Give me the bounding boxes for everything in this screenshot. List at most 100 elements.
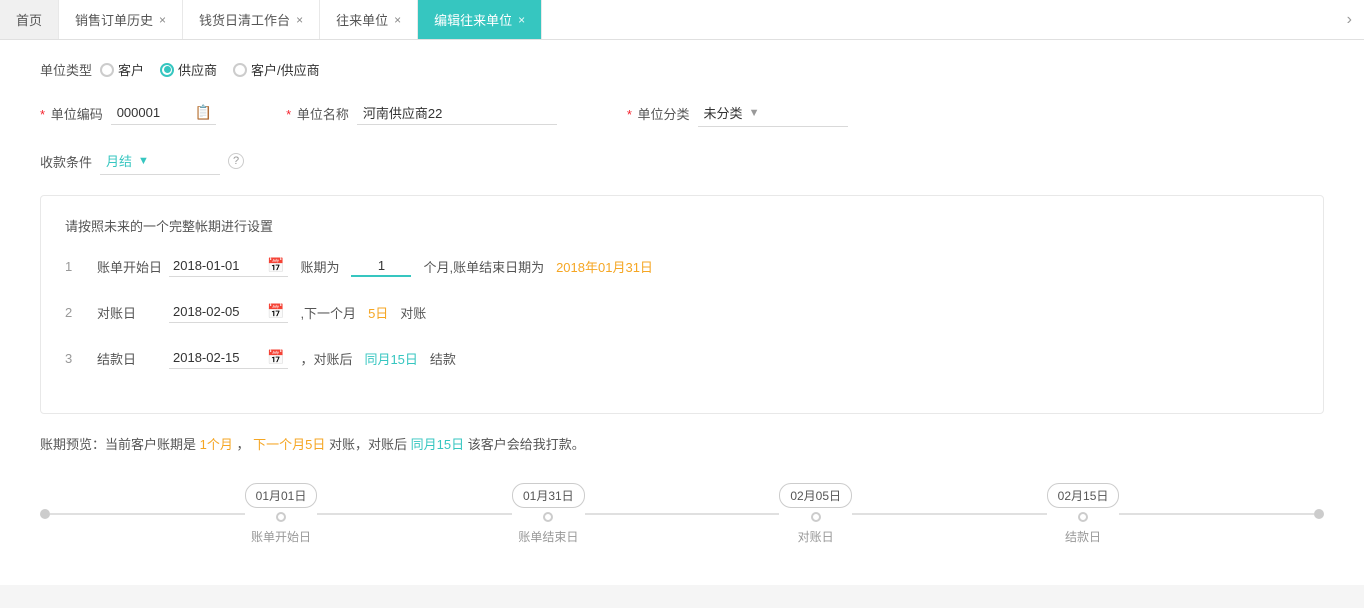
reconcile-prefix: ,下一个月 (300, 303, 356, 322)
tab-edit-contact-close[interactable]: × (518, 13, 525, 27)
timeline-dot-3 (811, 512, 821, 522)
period-value-input[interactable] (351, 256, 411, 277)
main-content: 单位类型 客户 供应商 客户/供应商 * 单位编码 (0, 40, 1364, 585)
date-input-1: 📅 (169, 255, 288, 277)
tab-more-button[interactable]: › (1335, 0, 1364, 39)
timeline-line-2 (585, 513, 780, 515)
tab-sales-history-close[interactable]: × (159, 13, 166, 27)
unit-info-row: * 单位编码 📋 * 单位名称 * 单位分类 未分类 ▼ (40, 99, 1324, 127)
row-num-3: 3 (65, 351, 85, 366)
date-field-1[interactable] (173, 258, 263, 273)
date-field-3[interactable] (173, 350, 263, 365)
radio-supplier-circle (160, 63, 174, 77)
preview-prefix: 账期预览：当前客户账期是 (40, 437, 196, 452)
timeline-end-dot (1314, 509, 1324, 519)
preview-part1: 1个月 (200, 437, 233, 452)
reconcile-day: 5日 (368, 303, 388, 322)
preview-section: 账期预览：当前客户账期是 1个月 ， 下一个月5日 对账，对账后 同月15日 该… (40, 434, 1324, 453)
calendar-icon-3[interactable]: 📅 (267, 349, 284, 366)
timeline-line-3 (852, 513, 1047, 515)
payment-term-value: 月结 (106, 151, 132, 170)
preview-part1-suffix: ， (237, 437, 250, 452)
tab-sales-history[interactable]: 销售订单历史 × (59, 0, 183, 39)
timeline-line-4 (1119, 513, 1314, 515)
tab-cash-workbench-label: 钱货日清工作台 (199, 10, 290, 29)
radio-supplier[interactable]: 供应商 (160, 60, 217, 79)
preview-part3-suffix: 该客户会给我打款。 (468, 437, 585, 452)
timeline-sub-1: 账单开始日 (251, 528, 311, 545)
payment-day: 同月15日 (364, 349, 417, 368)
tab-contacts[interactable]: 往来单位 × (320, 0, 418, 39)
tab-contacts-label: 往来单位 (336, 10, 388, 29)
radio-supplier-label: 供应商 (178, 60, 217, 79)
unit-category-arrow: ▼ (749, 107, 760, 119)
setting-row-2: 2 对账日 📅 ,下一个月 5日 对账 (65, 301, 1299, 323)
tab-cash-workbench[interactable]: 钱货日清工作台 × (183, 0, 320, 39)
tab-contacts-close[interactable]: × (394, 13, 401, 27)
row-num-2: 2 (65, 305, 85, 320)
date-input-2: 📅 (169, 301, 288, 323)
unit-code-input[interactable] (111, 101, 191, 124)
radio-customer-supplier-label: 客户/供应商 (251, 60, 320, 79)
settings-card: 请按照未来的一个完整帐期进行设置 1 账单开始日 📅 账期为 个月,账单结束日期… (40, 195, 1324, 414)
payment-term-select[interactable]: 月结 ▼ (100, 147, 220, 175)
row-label-1: 账单开始日 (97, 257, 157, 276)
unit-type-item: 单位类型 客户 供应商 客户/供应商 (40, 60, 320, 79)
timeline-point-2: 01月31日 账单结束日 (512, 483, 585, 545)
tab-home-label: 首页 (16, 10, 42, 29)
tab-sales-history-label: 销售订单历史 (75, 10, 153, 29)
period-suffix: 个月,账单结束日期为 (423, 257, 544, 276)
setting-row-1: 1 账单开始日 📅 账期为 个月,账单结束日期为 2018年01月31日 (65, 255, 1299, 277)
timeline-start-dot (40, 509, 50, 519)
date-input-3: 📅 (169, 347, 288, 369)
unit-code-icon[interactable]: 📋 (191, 104, 216, 121)
unit-code-label: * 单位编码 (40, 104, 103, 123)
timeline-sub-3: 对账日 (798, 528, 834, 545)
unit-code-star: * (40, 107, 45, 122)
row-label-3: 结款日 (97, 349, 157, 368)
radio-customer-supplier[interactable]: 客户/供应商 (233, 60, 320, 79)
unit-category-label: * 单位分类 (627, 104, 690, 123)
timeline-dot-4 (1078, 512, 1088, 522)
calendar-icon-1[interactable]: 📅 (267, 257, 284, 274)
unit-code-item: * 单位编码 📋 (40, 101, 216, 125)
timeline-line-1 (317, 513, 512, 515)
period-prefix: 账期为 (300, 257, 339, 276)
setting-row-3: 3 结款日 📅 ，对账后 同月15日 结款 (65, 347, 1299, 369)
unit-type-row: 单位类型 客户 供应商 客户/供应商 (40, 60, 1324, 79)
timeline-dot-1 (276, 512, 286, 522)
preview-part2-suffix: 对账，对账后 (329, 437, 411, 452)
unit-category-item: * 单位分类 未分类 ▼ (627, 99, 848, 127)
unit-type-radio-group: 客户 供应商 客户/供应商 (100, 60, 320, 79)
payment-term-row: 收款条件 月结 ▼ ? (40, 147, 1324, 175)
tab-edit-contact[interactable]: 编辑往来单位 × (418, 0, 542, 39)
preview-part3: 同月15日 (411, 437, 464, 452)
unit-code-input-wrap: 📋 (111, 101, 216, 125)
timeline-line-0 (50, 513, 245, 515)
timeline-point-3: 02月05日 对账日 (779, 483, 852, 545)
unit-name-star: * (286, 107, 291, 122)
preview-part2: 下一个月5日 (253, 437, 325, 452)
payment-term-help[interactable]: ? (228, 153, 244, 169)
radio-customer-supplier-circle (233, 63, 247, 77)
timeline-dot-2 (543, 512, 553, 522)
payment-prefix: ，对账后 (300, 349, 352, 368)
radio-customer[interactable]: 客户 (100, 60, 144, 79)
radio-customer-circle (100, 63, 114, 77)
tab-home[interactable]: 首页 (0, 0, 59, 39)
unit-name-label: * 单位名称 (286, 104, 349, 123)
payment-term-item: 收款条件 月结 ▼ ? (40, 147, 244, 175)
unit-category-select[interactable]: 未分类 ▼ (698, 99, 848, 127)
timeline-pill-3: 02月05日 (779, 483, 852, 508)
timeline-pill-1: 01月01日 (245, 483, 318, 508)
row-num-1: 1 (65, 259, 85, 274)
timeline-sub-4: 结款日 (1065, 528, 1101, 545)
date-field-2[interactable] (173, 304, 263, 319)
calendar-icon-2[interactable]: 📅 (267, 303, 284, 320)
tab-bar: 首页 销售订单历史 × 钱货日清工作台 × 往来单位 × 编辑往来单位 × › (0, 0, 1364, 40)
tab-cash-workbench-close[interactable]: × (296, 13, 303, 27)
radio-customer-label: 客户 (118, 60, 144, 79)
unit-name-input[interactable] (357, 101, 557, 125)
reconcile-suffix: 对账 (400, 303, 426, 322)
unit-type-label: 单位类型 (40, 60, 92, 79)
